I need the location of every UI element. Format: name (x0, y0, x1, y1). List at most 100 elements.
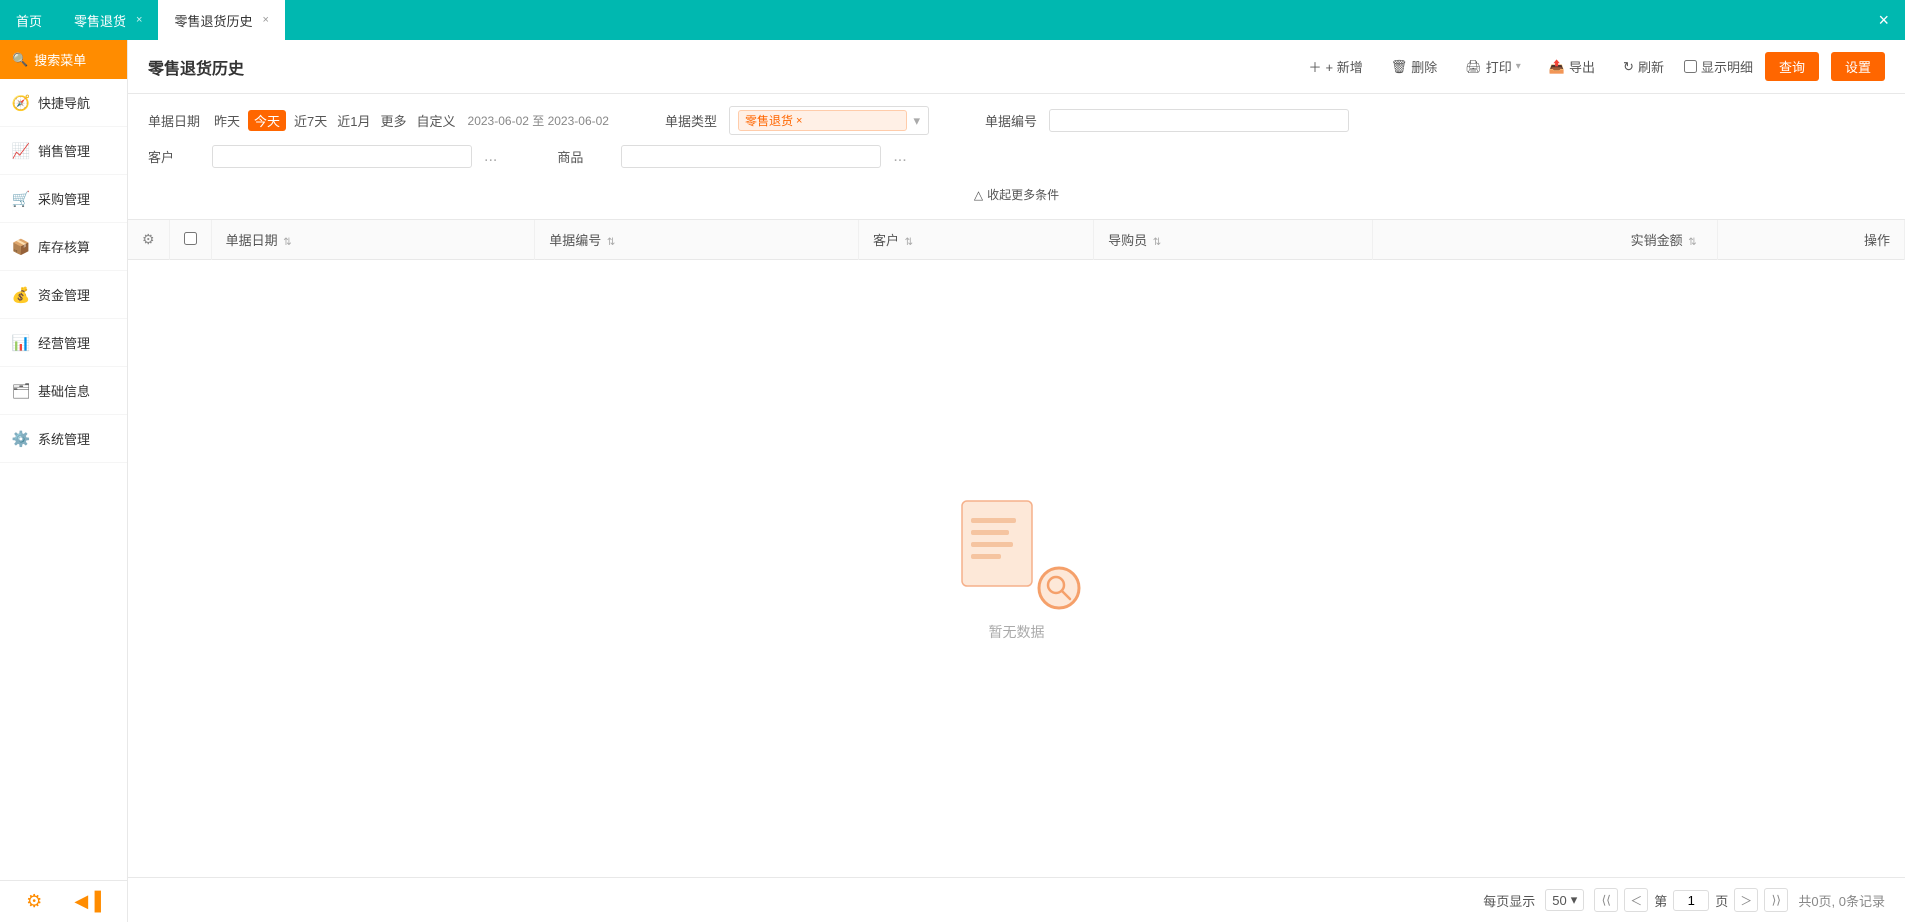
page-size-value: 50 (1552, 893, 1566, 908)
sidebar-item-inventory[interactable]: 📦 库存核算 (0, 223, 127, 271)
delete-label: 删除 (1411, 57, 1437, 76)
th-date-sort-icon: ⇅ (283, 237, 291, 248)
sidebar-item-quick-nav[interactable]: 🧭 快捷导航 (0, 79, 127, 127)
content-area: 零售退货历史 ＋ + 新增 🗑 删除 🖨 打印 ▾ 📤 导出 (128, 40, 1905, 922)
setting-button[interactable]: 设置 (1831, 52, 1885, 81)
type-select[interactable]: 零售退货 × ▾ (729, 106, 929, 135)
customer-ellipsis[interactable]: ... (480, 148, 501, 166)
filter-row-1: 单据日期 昨天 今天 近7天 近1月 更多 自定义 2023-06-02 至 2… (148, 106, 1885, 135)
display-toggle[interactable]: 显示明细 (1684, 57, 1753, 76)
display-checkbox[interactable] (1684, 60, 1697, 73)
main-layout: 🔍 搜索菜单 🧭 快捷导航 📈 销售管理 🛒 采购管理 📦 库存核算 💰 资金管… (0, 40, 1905, 922)
collapse-button[interactable]: △ 收起更多条件 (974, 182, 1059, 207)
query-button[interactable]: 查询 (1765, 52, 1819, 81)
date-filter-label: 单据日期 (148, 111, 204, 130)
sidebar-search-label: 搜索菜单 (34, 50, 86, 69)
sidebar-search[interactable]: 🔍 搜索菜单 (0, 40, 127, 79)
top-bar: 首页 零售退货 × 零售退货历史 × × (0, 0, 1905, 40)
export-label: 导出 (1569, 57, 1595, 76)
page-size-select[interactable]: 50 ▾ (1545, 889, 1584, 911)
shortcut-yesterday[interactable]: 昨天 (212, 110, 242, 131)
th-guide-sort-icon: ⇅ (1153, 237, 1161, 248)
collapse-bar: △ 收起更多条件 (148, 178, 1885, 207)
shortcut-custom[interactable]: 自定义 (415, 110, 458, 131)
sidebar-item-sales-mgmt[interactable]: 📈 销售管理 (0, 127, 127, 175)
shortcut-more[interactable]: 更多 (379, 110, 409, 131)
page-size-label: 每页显示 (1483, 891, 1535, 910)
operations-icon: 📊 (12, 334, 30, 352)
page-number-input[interactable] (1673, 890, 1709, 911)
collapse-icon: △ (974, 188, 983, 202)
search-icon: 🔍 (12, 52, 28, 68)
print-button[interactable]: 🖨 打印 ▾ (1457, 53, 1529, 80)
tab-label: 首页 (16, 11, 42, 30)
refresh-button[interactable]: ↻ 刷新 (1615, 53, 1672, 80)
new-label: + 新增 (1326, 57, 1363, 76)
first-page-button[interactable]: ⟨⟨ (1594, 888, 1618, 912)
number-filter: 单据编号 (985, 109, 1349, 132)
th-customer-label: 客户 (873, 233, 899, 248)
empty-document-svg (957, 496, 1047, 596)
settings-icon[interactable]: ⚙ (26, 891, 42, 912)
tab-close-retail-return[interactable]: × (136, 14, 142, 26)
sidebar-item-finance[interactable]: 💰 资金管理 (0, 271, 127, 319)
page-navigation: ⟨⟨ ＜ 第 页 ＞ ⟩⟩ (1594, 888, 1788, 912)
delete-button[interactable]: 🗑 删除 (1383, 53, 1446, 80)
th-guide-label: 导购员 (1108, 233, 1147, 248)
type-tag-close[interactable]: × (796, 115, 802, 127)
tab-retail-return-history[interactable]: 零售退货历史 × (158, 0, 284, 40)
refresh-icon: ↻ (1623, 59, 1634, 75)
customer-filter-label: 客户 (148, 147, 204, 166)
tab-label: 零售退货历史 (174, 11, 252, 30)
shortcut-today[interactable]: 今天 (248, 110, 286, 131)
sidebar-item-basic-info[interactable]: 🗂 基础信息 (0, 367, 127, 415)
speaker-icon[interactable]: ◀▐ (74, 891, 101, 912)
goods-input[interactable] (621, 145, 881, 168)
last-page-button[interactable]: ⟩⟩ (1764, 888, 1788, 912)
sidebar-item-label-sales-mgmt: 销售管理 (38, 141, 90, 160)
th-date-label: 单据日期 (226, 233, 278, 248)
empty-icon-container (957, 496, 1077, 606)
basic-info-icon: 🗂 (12, 382, 30, 400)
sidebar-item-system-mgmt[interactable]: ⚙️ 系统管理 (0, 415, 127, 463)
type-dropdown-icon: ▾ (913, 113, 920, 129)
th-date: 单据日期 ⇅ (211, 220, 535, 260)
date-range-display: 2023-06-02 至 2023-06-02 (468, 112, 609, 129)
sidebar-item-label-purchase-mgmt: 采购管理 (38, 189, 90, 208)
table-gear-icon[interactable]: ⚙ (142, 231, 155, 247)
type-filter: 单据类型 零售退货 × ▾ (665, 106, 929, 135)
th-checkbox-col (169, 220, 211, 260)
sidebar-bottom: ⚙ ◀▐ (0, 880, 127, 922)
shortcut-1month[interactable]: 近1月 (335, 110, 372, 131)
print-icon: 🖨 (1465, 59, 1482, 75)
sidebar-item-label-quick-nav: 快捷导航 (38, 93, 90, 112)
number-input[interactable] (1049, 109, 1349, 132)
next-page-button[interactable]: ＞ (1734, 888, 1758, 912)
th-number-sort-icon: ⇅ (607, 237, 615, 248)
sidebar-item-purchase-mgmt[interactable]: 🛒 采购管理 (0, 175, 127, 223)
tab-home[interactable]: 首页 (0, 0, 58, 40)
th-guide: 导购员 ⇅ (1094, 220, 1373, 260)
th-settings: ⚙ (128, 220, 169, 260)
prev-page-button[interactable]: ＜ (1624, 888, 1648, 912)
new-button[interactable]: ＋ + 新增 (1301, 53, 1371, 80)
select-all-checkbox[interactable] (184, 232, 197, 245)
collapse-label: 收起更多条件 (987, 186, 1059, 203)
tab-label: 零售退货 (74, 11, 126, 30)
data-table: ⚙ 单据日期 ⇅ 单据编号 ⇅ (128, 220, 1905, 260)
tab-close-retail-return-history[interactable]: × (262, 14, 268, 26)
display-label: 显示明细 (1701, 57, 1753, 76)
window-close-button[interactable]: × (1878, 10, 1905, 31)
th-customer-sort-icon: ⇅ (905, 237, 913, 248)
th-operations-label: 操作 (1864, 233, 1890, 248)
type-tag: 零售退货 × (738, 110, 907, 131)
type-filter-label: 单据类型 (665, 111, 721, 130)
shortcut-7days[interactable]: 近7天 (292, 110, 329, 131)
sidebar-item-operations[interactable]: 📊 经营管理 (0, 319, 127, 367)
goods-ellipsis[interactable]: ... (889, 148, 910, 166)
export-button[interactable]: 📤 导出 (1541, 53, 1603, 80)
finance-icon: 💰 (12, 286, 30, 304)
customer-input[interactable] (212, 145, 472, 168)
tab-retail-return[interactable]: 零售退货 × (58, 0, 158, 40)
page-label: 页 (1715, 891, 1728, 910)
